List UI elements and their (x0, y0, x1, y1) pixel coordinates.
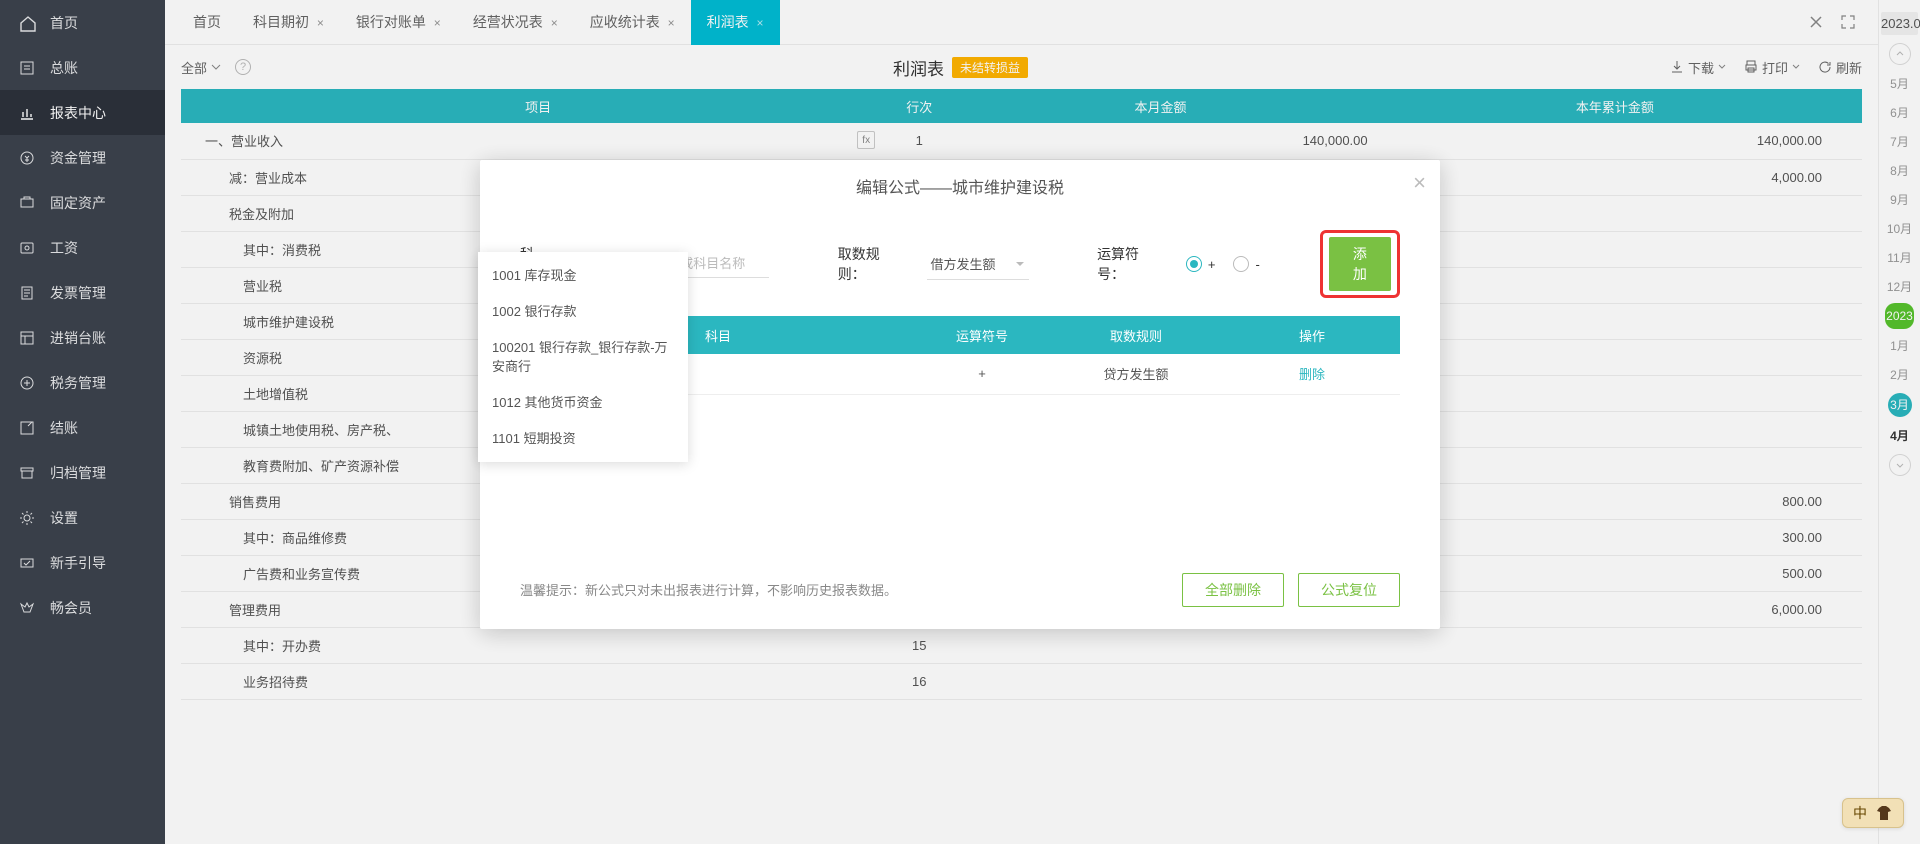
modal-title: 编辑公式——城市维护建设税 (856, 180, 1064, 197)
dropdown-item[interactable]: 1012 其他货币资金 (478, 385, 688, 421)
cell-rule: 贷方发生额 (1048, 354, 1224, 394)
dropdown-item[interactable]: 1101 短期投资 (478, 421, 688, 457)
subject-dropdown: 1001 库存现金1002 银行存款100201 银行存款_银行存款-万安商行1… (478, 252, 688, 462)
delete-all-button[interactable]: 全部删除 (1182, 573, 1284, 607)
dropdown-item[interactable]: 1002 银行存款 (478, 294, 688, 330)
add-button[interactable]: 添加 (1329, 237, 1391, 291)
dropdown-item[interactable]: 1001 库存现金 (478, 258, 688, 294)
modal-tip: 温馨提示：新公式只对未出报表进行计算，不影响历史报表数据。 (520, 580, 897, 599)
dropdown-item[interactable]: 100201 银行存款_银行存款-万安商行 (478, 330, 688, 384)
operator-label: 运算符号： (1097, 244, 1156, 284)
rule-label: 取数规则： (838, 244, 897, 284)
th-op: 运算符号 (916, 316, 1048, 354)
chevron-down-icon (1015, 259, 1025, 269)
radio-off-icon (1233, 256, 1249, 272)
radio-on-icon (1186, 256, 1202, 272)
operator-minus-radio[interactable]: - (1233, 256, 1259, 272)
add-button-highlight: 添加 (1320, 230, 1400, 298)
modal-close-button[interactable]: × (1413, 170, 1426, 196)
operator-radio-group: + - (1186, 256, 1260, 272)
th-action: 操作 (1224, 316, 1400, 354)
rule-select[interactable]: 借方发生额 (927, 248, 1029, 280)
modal-backdrop: 编辑公式——城市维护建设税 × 科目： 取数规则： 借方发生额 运算符号： (0, 0, 1920, 844)
delete-link[interactable]: 删除 (1299, 367, 1325, 382)
operator-plus-radio[interactable]: + (1186, 256, 1216, 272)
th-rule: 取数规则 (1048, 316, 1224, 354)
cell-op: + (916, 354, 1048, 394)
reset-formula-button[interactable]: 公式复位 (1298, 573, 1400, 607)
